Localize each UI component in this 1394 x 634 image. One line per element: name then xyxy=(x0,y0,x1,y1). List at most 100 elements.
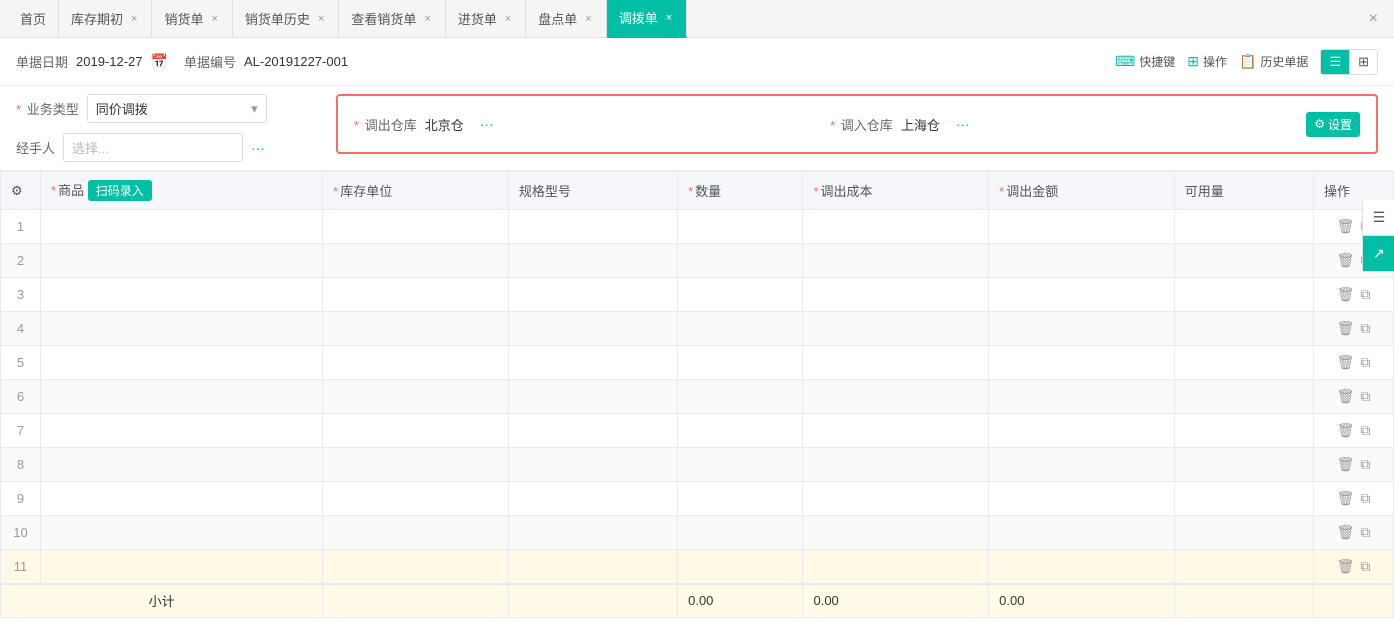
business-type-select[interactable]: 同价调拨 ▾ xyxy=(87,94,267,123)
delete-icon[interactable]: 🗑 xyxy=(1337,524,1355,541)
delete-icon[interactable]: 🗑 xyxy=(1337,354,1355,371)
amount-cell[interactable] xyxy=(989,210,1175,244)
close-view-sales[interactable]: × xyxy=(422,13,432,25)
product-cell[interactable] xyxy=(41,210,323,244)
spec-cell[interactable] xyxy=(508,482,677,516)
amount-cell[interactable] xyxy=(989,414,1175,448)
unit-cell[interactable] xyxy=(323,414,509,448)
delete-icon[interactable]: 🗑 xyxy=(1337,218,1355,235)
product-cell[interactable] xyxy=(41,448,323,482)
out-warehouse-more-button[interactable]: ··· xyxy=(480,116,494,132)
cost-cell[interactable] xyxy=(803,448,989,482)
tab-home[interactable]: 首页 xyxy=(8,0,59,38)
close-sales-order[interactable]: × xyxy=(209,13,219,25)
cost-cell[interactable] xyxy=(803,312,989,346)
spec-cell[interactable] xyxy=(508,210,677,244)
amount-cell[interactable] xyxy=(989,312,1175,346)
cost-cell[interactable] xyxy=(803,482,989,516)
unit-cell[interactable] xyxy=(323,550,509,584)
unit-cell[interactable] xyxy=(323,312,509,346)
tab-purchase-order[interactable]: 进货单 × xyxy=(446,0,526,38)
copy-icon[interactable]: ⧉ xyxy=(1360,320,1370,337)
gear-icon[interactable]: ⚙ xyxy=(11,183,23,198)
delete-icon[interactable]: 🗑 xyxy=(1337,456,1355,473)
amount-cell[interactable] xyxy=(989,278,1175,312)
quantity-cell[interactable] xyxy=(678,516,803,550)
quantity-cell[interactable] xyxy=(678,210,803,244)
unit-cell[interactable] xyxy=(323,244,509,278)
handler-select[interactable]: 选择... xyxy=(63,133,243,162)
delete-icon[interactable]: 🗑 xyxy=(1337,252,1355,269)
shortcuts-button[interactable]: ⌨ 快捷键 xyxy=(1115,53,1175,70)
handler-more-button[interactable]: ··· xyxy=(251,140,265,156)
cost-cell[interactable] xyxy=(803,210,989,244)
spec-cell[interactable] xyxy=(508,312,677,346)
product-cell[interactable] xyxy=(41,346,323,380)
cost-cell[interactable] xyxy=(803,380,989,414)
quantity-cell[interactable] xyxy=(678,550,803,584)
product-cell[interactable] xyxy=(41,380,323,414)
cost-cell[interactable] xyxy=(803,244,989,278)
window-close-button[interactable]: × xyxy=(1361,0,1386,38)
product-cell[interactable] xyxy=(41,414,323,448)
in-warehouse-more-button[interactable]: ··· xyxy=(956,116,970,132)
spec-cell[interactable] xyxy=(508,380,677,414)
close-sales-history[interactable]: × xyxy=(316,13,326,25)
tab-sales-order[interactable]: 销货单 × xyxy=(152,0,232,38)
copy-icon[interactable]: ⧉ xyxy=(1360,490,1370,507)
product-cell[interactable] xyxy=(41,516,323,550)
calendar-icon[interactable]: 📅 xyxy=(151,53,168,70)
amount-cell[interactable] xyxy=(989,448,1175,482)
copy-icon[interactable]: ⧉ xyxy=(1360,558,1370,575)
spec-cell[interactable] xyxy=(508,448,677,482)
quantity-cell[interactable] xyxy=(678,414,803,448)
close-purchase-order[interactable]: × xyxy=(503,13,513,25)
spec-cell[interactable] xyxy=(508,244,677,278)
quantity-cell[interactable] xyxy=(678,448,803,482)
unit-cell[interactable] xyxy=(323,346,509,380)
quantity-cell[interactable] xyxy=(678,278,803,312)
amount-cell[interactable] xyxy=(989,380,1175,414)
delete-icon[interactable]: 🗑 xyxy=(1337,490,1355,507)
cost-cell[interactable] xyxy=(803,516,989,550)
copy-icon[interactable]: ⧉ xyxy=(1360,354,1370,371)
tab-inventory[interactable]: 盘点单 × xyxy=(526,0,606,38)
scan-button[interactable]: 扫码录入 xyxy=(88,180,152,201)
quantity-cell[interactable] xyxy=(678,312,803,346)
list-view-button[interactable]: ☰ xyxy=(1321,50,1350,74)
delete-icon[interactable]: 🗑 xyxy=(1337,320,1355,337)
settings-button[interactable]: ⚙ 设置 xyxy=(1306,112,1360,137)
spec-cell[interactable] xyxy=(508,414,677,448)
copy-icon[interactable]: ⧉ xyxy=(1360,388,1370,405)
amount-cell[interactable] xyxy=(989,482,1175,516)
tab-sales-history[interactable]: 销货单历史 × xyxy=(233,0,339,38)
unit-cell[interactable] xyxy=(323,210,509,244)
tab-view-sales[interactable]: 查看销货单 × xyxy=(339,0,445,38)
delete-icon[interactable]: 🗑 xyxy=(1337,286,1355,303)
product-cell[interactable] xyxy=(41,482,323,516)
quantity-cell[interactable] xyxy=(678,244,803,278)
delete-icon[interactable]: 🗑 xyxy=(1337,422,1355,439)
close-transfer[interactable]: × xyxy=(664,12,674,24)
unit-cell[interactable] xyxy=(323,482,509,516)
spec-cell[interactable] xyxy=(508,550,677,584)
product-cell[interactable] xyxy=(41,312,323,346)
quantity-cell[interactable] xyxy=(678,380,803,414)
cost-cell[interactable] xyxy=(803,550,989,584)
delete-icon[interactable]: 🗑 xyxy=(1337,558,1355,575)
operations-button[interactable]: ⊞ 操作 xyxy=(1187,53,1227,70)
product-cell[interactable] xyxy=(41,550,323,584)
tab-transfer[interactable]: 调拨单 × xyxy=(607,0,687,38)
copy-icon[interactable]: ⧉ xyxy=(1360,524,1370,541)
sidebar-link-icon[interactable]: ↗ xyxy=(1363,236,1394,272)
copy-icon[interactable]: ⧉ xyxy=(1360,286,1370,303)
product-cell[interactable] xyxy=(41,278,323,312)
unit-cell[interactable] xyxy=(323,516,509,550)
delete-icon[interactable]: 🗑 xyxy=(1337,388,1355,405)
copy-icon[interactable]: ⧉ xyxy=(1360,422,1370,439)
grid-view-button[interactable]: ⊞ xyxy=(1350,50,1377,74)
quantity-cell[interactable] xyxy=(678,482,803,516)
cost-cell[interactable] xyxy=(803,346,989,380)
cost-cell[interactable] xyxy=(803,414,989,448)
unit-cell[interactable] xyxy=(323,380,509,414)
